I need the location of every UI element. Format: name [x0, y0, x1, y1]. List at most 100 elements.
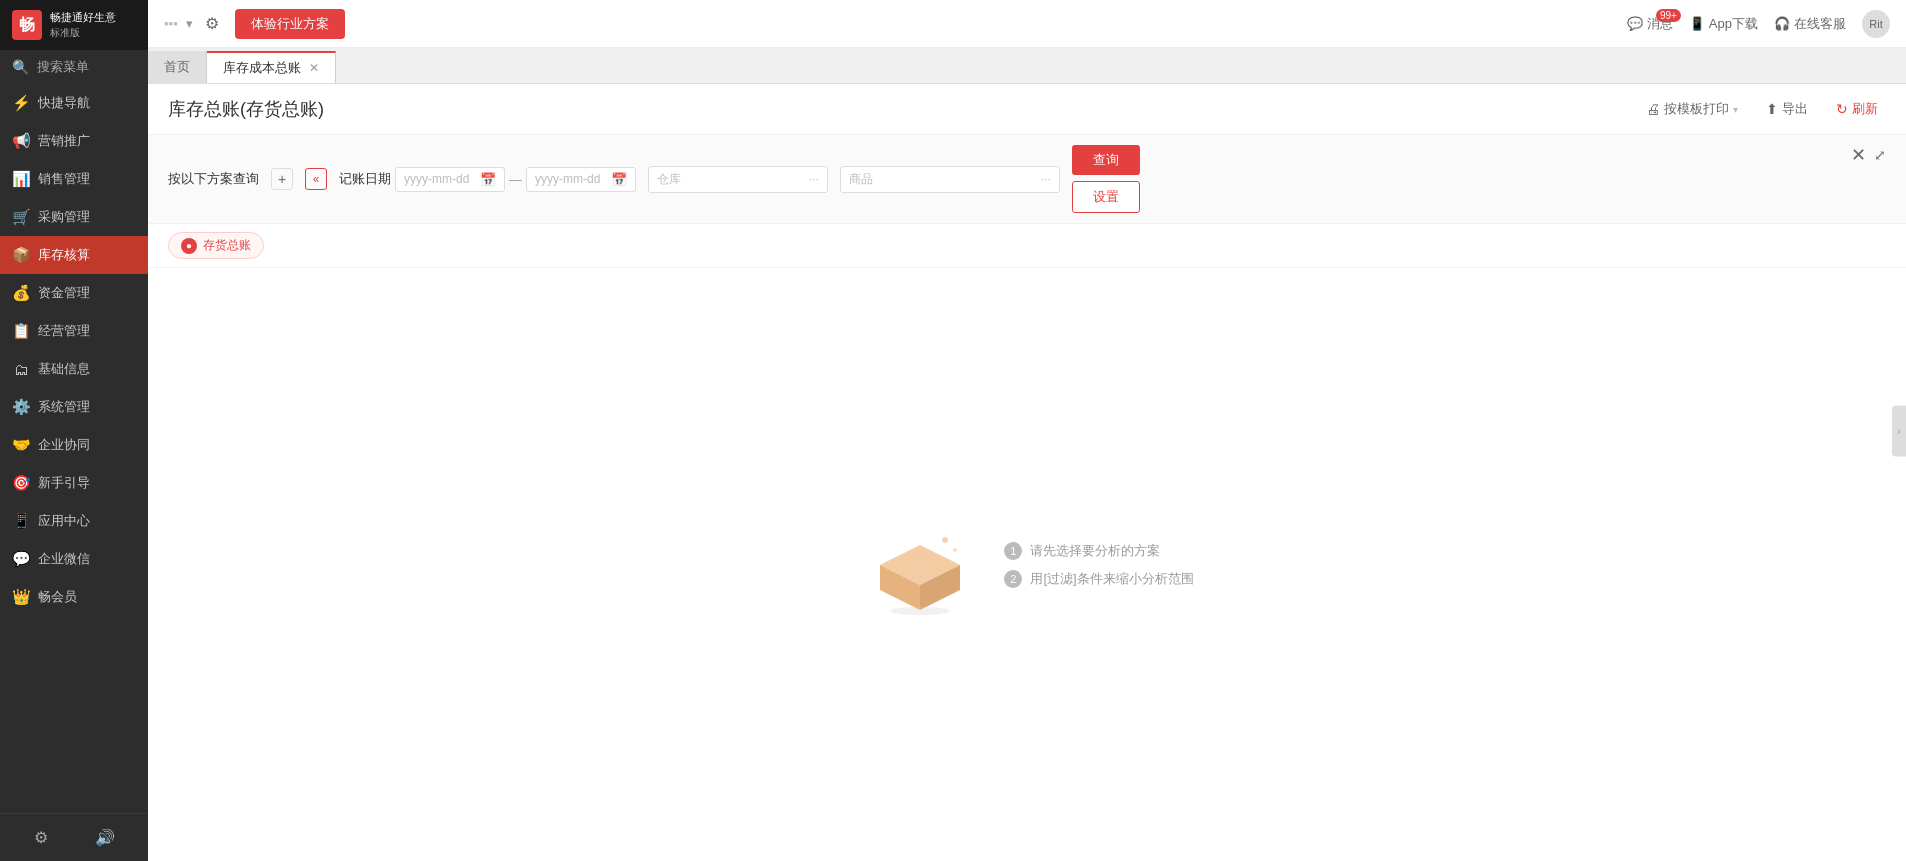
topbar-left: ▪▪▪ ▾ ⚙ 体验行业方案 [164, 9, 1627, 39]
sidebar-scroll: 🔍 搜索菜单 ⚡ 快捷导航 📢 营销推广 📊 销售管理 🛒 采购管理 📦 库存核… [0, 50, 148, 813]
tab-bar: 首页 库存成本总账 ✕ [148, 48, 1906, 84]
sales-icon: 📊 [12, 170, 30, 188]
finance-icon: 💰 [12, 284, 30, 302]
date-separator: — [509, 172, 522, 187]
panel-close-button[interactable]: ✕ [1851, 144, 1866, 166]
tip-num-2: 2 [1004, 570, 1022, 588]
export-icon: ⬆ [1766, 101, 1778, 117]
logo-text: 畅捷通好生意 标准版 [50, 10, 116, 39]
filter-area: 按以下方案查询 + « 记账日期 yyyy-mm-dd 📅 — yyyy-mm-… [148, 135, 1906, 224]
sidebar-item-inventory[interactable]: 📦 库存核算 [0, 236, 148, 274]
basic-icon: 🗂 [12, 361, 30, 378]
warehouse-input[interactable]: 仓库 ··· [648, 166, 828, 193]
topbar-right: 💬 消息 99+ 📱 App下载 🎧 在线客服 Rit [1627, 10, 1890, 38]
refresh-button[interactable]: ↻ 刷新 [1828, 96, 1886, 122]
logo-icon: 畅 [12, 10, 42, 40]
print-dropdown-icon: ▾ [1733, 104, 1738, 115]
panel-expand-button[interactable]: ⤢ [1874, 147, 1886, 163]
sidebar-bottom: ⚙ 🔊 [0, 813, 148, 861]
empty-tips: 1 请先选择要分析的方案 2 用[过滤]条件来缩小分析范围 [1004, 542, 1193, 588]
tab-inventory-cost[interactable]: 库存成本总账 ✕ [207, 51, 336, 83]
trial-button[interactable]: 体验行业方案 [235, 9, 345, 39]
topbar-user: ▪▪▪ [164, 16, 178, 31]
scheme-section: ● 存货总账 [148, 224, 1906, 268]
settings-button[interactable]: 设置 [1072, 181, 1140, 213]
topbar-settings-icon[interactable]: ⚙ [205, 14, 219, 33]
sidebar-item-enterprise[interactable]: 🤝 企业协同 [0, 426, 148, 464]
system-icon: ⚙️ [12, 398, 30, 416]
content-area: 库存总账(存货总账) 🖨 按模板打印 ▾ ⬆ 导出 ↻ 刷新 按以下方案查询 [148, 84, 1906, 861]
export-button[interactable]: ⬆ 导出 [1758, 96, 1816, 122]
sidebar-item-operation[interactable]: 📋 经营管理 [0, 312, 148, 350]
empty-state: 1 请先选择要分析的方案 2 用[过滤]条件来缩小分析范围 [148, 268, 1906, 861]
calendar-start-icon: 📅 [480, 172, 496, 187]
scheme-tag-icon: ● [181, 238, 197, 254]
settings-bottom-icon[interactable]: ⚙ [30, 824, 52, 851]
sidebar-item-sales[interactable]: 📊 销售管理 [0, 160, 148, 198]
date-start-input[interactable]: yyyy-mm-dd 📅 [395, 167, 505, 192]
newbie-icon: 🎯 [12, 474, 30, 492]
calendar-end-icon: 📅 [611, 172, 627, 187]
sidebar-item-finance[interactable]: 💰 资金管理 [0, 274, 148, 312]
sidebar: 畅 畅捷通好生意 标准版 🔍 搜索菜单 ⚡ 快捷导航 📢 营销推广 📊 销售管理… [0, 0, 148, 861]
svg-point-6 [953, 548, 957, 552]
sidebar-item-system[interactable]: ⚙️ 系统管理 [0, 388, 148, 426]
print-icon: 🖨 [1646, 101, 1660, 117]
panel-top-right: ✕ ⤢ [1851, 144, 1886, 166]
svg-point-5 [942, 537, 948, 543]
close-tab-icon[interactable]: ✕ [309, 61, 319, 75]
filter-add-button[interactable]: + [271, 168, 293, 190]
user-avatar-placeholder: ▪▪▪ [164, 16, 178, 31]
date-range-wrap: 记账日期 yyyy-mm-dd 📅 — yyyy-mm-dd 📅 [339, 167, 636, 192]
wecom-icon: 💬 [12, 550, 30, 568]
app-download-icon: 📱 [1689, 16, 1705, 31]
sidebar-item-vip[interactable]: 👑 畅会员 [0, 578, 148, 616]
date-end-input[interactable]: yyyy-mm-dd 📅 [526, 167, 636, 192]
tab-home[interactable]: 首页 [148, 51, 207, 83]
user-avatar[interactable]: Rit [1862, 10, 1890, 38]
inventory-icon: 📦 [12, 246, 30, 264]
audio-icon[interactable]: 🔊 [91, 824, 119, 851]
product-input[interactable]: 商品 ··· [840, 166, 1060, 193]
app-download-item[interactable]: 📱 App下载 [1689, 15, 1758, 33]
message-icon: 💬 [1627, 16, 1643, 31]
action-buttons: 查询 设置 [1072, 145, 1140, 213]
sidebar-item-quick-nav[interactable]: ⚡ 快捷导航 [0, 84, 148, 122]
topbar: ▪▪▪ ▾ ⚙ 体验行业方案 💬 消息 99+ 📱 App下载 🎧 在线客服 R… [148, 0, 1906, 48]
right-panel-toggle[interactable]: › [1892, 405, 1906, 456]
empty-tip-2: 2 用[过滤]条件来缩小分析范围 [1004, 570, 1193, 588]
quick-nav-icon: ⚡ [12, 94, 30, 112]
sidebar-item-wecom[interactable]: 💬 企业微信 [0, 540, 148, 578]
empty-tip-1: 1 请先选择要分析的方案 [1004, 542, 1193, 560]
appstore-icon: 📱 [12, 512, 30, 530]
operation-icon: 📋 [12, 322, 30, 340]
page-header: 库存总账(存货总账) 🖨 按模板打印 ▾ ⬆ 导出 ↻ 刷新 [148, 84, 1906, 135]
search-icon: 🔍 [12, 59, 29, 75]
page-header-actions: 🖨 按模板打印 ▾ ⬆ 导出 ↻ 刷新 [1638, 96, 1886, 122]
topbar-dropdown-arrow[interactable]: ▾ [186, 16, 193, 31]
date-field-label: 记账日期 [339, 170, 391, 188]
headset-icon: 🎧 [1774, 16, 1790, 31]
chevron-right-icon: › [1897, 425, 1900, 436]
sidebar-item-appstore[interactable]: 📱 应用中心 [0, 502, 148, 540]
empty-illustration [860, 515, 980, 615]
marketing-icon: 📢 [12, 132, 30, 150]
message-item[interactable]: 💬 消息 99+ [1627, 15, 1673, 33]
online-support-item[interactable]: 🎧 在线客服 [1774, 15, 1846, 33]
sidebar-logo: 畅 畅捷通好生意 标准版 [0, 0, 148, 50]
product-more-icon: ··· [1041, 172, 1051, 186]
scheme-tag[interactable]: ● 存货总账 [168, 232, 264, 259]
filter-collapse-button[interactable]: « [305, 168, 327, 190]
tip-num-1: 1 [1004, 542, 1022, 560]
query-button[interactable]: 查询 [1072, 145, 1140, 175]
print-button[interactable]: 🖨 按模板打印 ▾ [1638, 96, 1746, 122]
sidebar-item-marketing[interactable]: 📢 营销推广 [0, 122, 148, 160]
main-area: ▪▪▪ ▾ ⚙ 体验行业方案 💬 消息 99+ 📱 App下载 🎧 在线客服 R… [148, 0, 1906, 861]
purchase-icon: 🛒 [12, 208, 30, 226]
sidebar-item-basic[interactable]: 🗂 基础信息 [0, 350, 148, 388]
page-title: 库存总账(存货总账) [168, 97, 324, 121]
sidebar-item-purchase[interactable]: 🛒 采购管理 [0, 198, 148, 236]
sidebar-search[interactable]: 🔍 搜索菜单 [0, 50, 148, 84]
sidebar-item-newbie[interactable]: 🎯 新手引导 [0, 464, 148, 502]
enterprise-icon: 🤝 [12, 436, 30, 454]
